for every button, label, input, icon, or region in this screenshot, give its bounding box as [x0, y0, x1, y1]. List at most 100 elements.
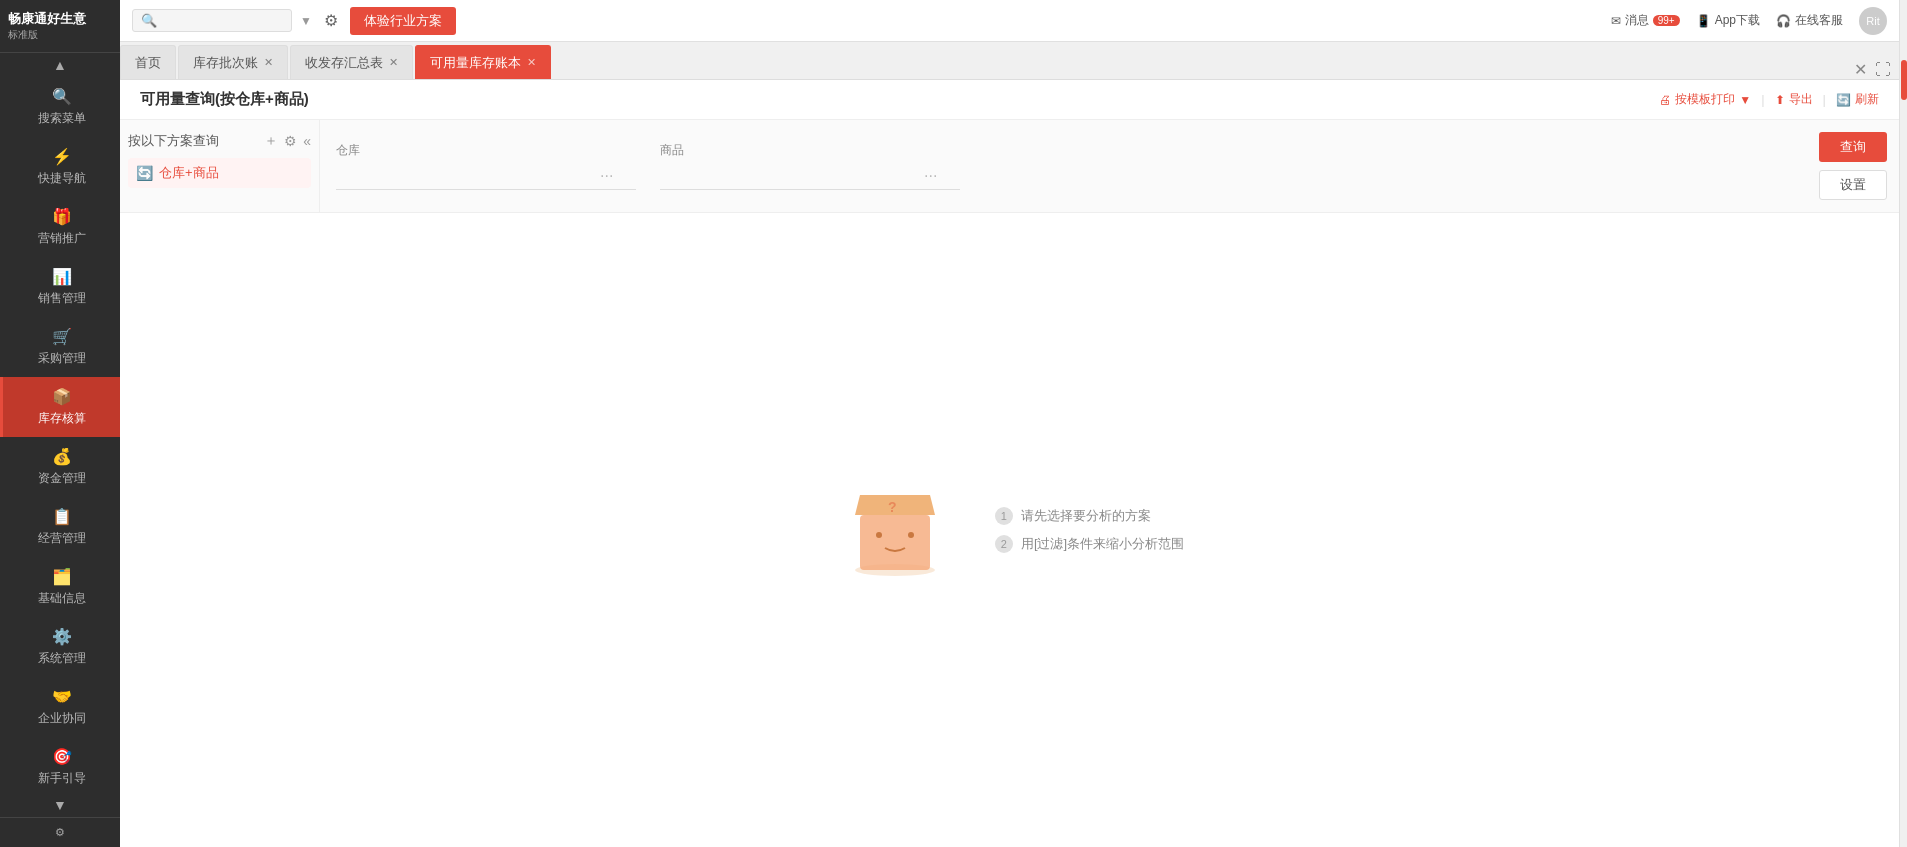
- sidebar-icon-enterprise: 🤝: [52, 687, 72, 706]
- sidebar-item-basic[interactable]: 🗂️基础信息: [0, 557, 120, 617]
- warehouse-field: 仓库 ···: [336, 142, 636, 190]
- app-subtitle: 标准版: [8, 28, 38, 42]
- product-input[interactable]: [660, 169, 920, 184]
- query-sidebar-header: 按以下方案查询 ＋ ⚙ «: [128, 132, 311, 150]
- tabs-bar: 首页库存批次账✕收发存汇总表✕可用量库存账本✕ ✕ ⛶: [120, 42, 1899, 80]
- online-service-label: 在线客服: [1795, 12, 1843, 29]
- export-btn[interactable]: ⬆ 导出: [1775, 91, 1813, 108]
- avatar[interactable]: Rit: [1859, 7, 1887, 35]
- svg-point-3: [876, 532, 882, 538]
- sidebar-item-newbie[interactable]: 🎯新手引导: [0, 737, 120, 793]
- empty-tip-1: 1 请先选择要分析的方案: [995, 507, 1184, 525]
- product-input-wrap: ···: [660, 163, 960, 190]
- sidebar-item-system[interactable]: ⚙️ 系统管理: [0, 617, 120, 677]
- topbar-chevron-icon[interactable]: ▼: [300, 14, 312, 28]
- sidebar-icon-shortcut: ⚡: [52, 147, 72, 166]
- sidebar-label-enterprise: 企业协同: [38, 710, 86, 727]
- sidebar-item-search[interactable]: 🔍搜索菜单: [0, 77, 120, 137]
- tab-home[interactable]: 首页: [120, 45, 176, 79]
- sidebar-item-finance[interactable]: 💰资金管理: [0, 437, 120, 497]
- sidebar-label-system: 系统管理: [38, 650, 86, 667]
- qs-add-btn[interactable]: ＋: [264, 132, 278, 150]
- sidebar-icon-sales: 📊: [52, 267, 72, 286]
- svg-rect-1: [860, 515, 930, 570]
- product-label: 商品: [660, 142, 960, 159]
- tab-batch[interactable]: 库存批次账✕: [178, 45, 288, 79]
- qs-collapse-btn[interactable]: «: [303, 132, 311, 150]
- tab-close-summary[interactable]: ✕: [389, 56, 398, 69]
- app-download-icon: 📱: [1696, 14, 1711, 28]
- message-btn[interactable]: ✉ 消息 99+: [1611, 12, 1680, 29]
- app-title: 畅康通好生意: [8, 10, 86, 28]
- query-btn[interactable]: 查询: [1819, 132, 1887, 162]
- sidebar-icon-marketing: 🎁: [52, 207, 72, 226]
- sidebar-icon-system: ⚙️: [52, 627, 72, 646]
- empty-tip-2: 2 用[过滤]条件来缩小分析范围: [995, 535, 1184, 553]
- settings-btn[interactable]: 设置: [1819, 170, 1887, 200]
- warehouse-input[interactable]: [336, 169, 596, 184]
- sidebar-bottom-icon: ⚙: [55, 826, 65, 839]
- print-btn[interactable]: 🖨 按模板打印 ▼: [1659, 91, 1751, 108]
- sidebar-scroll-up[interactable]: ▲: [0, 53, 120, 77]
- export-label: 导出: [1789, 91, 1813, 108]
- tab-available[interactable]: 可用量库存账本✕: [415, 45, 551, 79]
- sidebar-icon-operation: 📋: [52, 507, 72, 526]
- scrollbar-thumb[interactable]: [1901, 60, 1907, 100]
- warehouse-input-wrap: ···: [336, 163, 636, 190]
- print-icon: 🖨: [1659, 93, 1671, 107]
- refresh-btn[interactable]: 🔄 刷新: [1836, 91, 1879, 108]
- sidebar-item-sales[interactable]: 📊销售管理: [0, 257, 120, 317]
- sidebar-icon-newbie: 🎯: [52, 747, 72, 766]
- sidebar-icon-purchase: 🛒: [52, 327, 72, 346]
- sidebar-item-shortcut[interactable]: ⚡ 快捷导航: [0, 137, 120, 197]
- close-tab-btn[interactable]: ✕: [1854, 60, 1867, 79]
- sidebar-item-enterprise[interactable]: 🤝 企业协同: [0, 677, 120, 737]
- sidebar-item-marketing[interactable]: 🎁 营销推广: [0, 197, 120, 257]
- sidebar-label-shortcut: 快捷导航: [38, 170, 86, 187]
- topbar: 🔍 ▼ ⚙ 体验行业方案 ✉ 消息 99+ 📱 App下载 🎧 在线客服 Rit: [120, 0, 1899, 42]
- online-service-btn[interactable]: 🎧 在线客服: [1776, 12, 1843, 29]
- empty-state: ? 1 请先选择要分析的方案 2 用[过滤]条件来缩小分析范围: [120, 213, 1899, 847]
- sidebar-icon-inventory: 📦: [52, 387, 72, 406]
- topbar-gear-icon[interactable]: ⚙: [324, 11, 338, 30]
- qs-settings-btn[interactable]: ⚙: [284, 132, 297, 150]
- sidebar-item-inventory[interactable]: 📦库存核算: [0, 377, 120, 437]
- topbar-search-box[interactable]: 🔍: [132, 9, 292, 32]
- content-header: 可用量查询(按仓库+商品) 🖨 按模板打印 ▼ | ⬆ 导出 | 🔄 刷新: [120, 80, 1899, 120]
- warehouse-label: 仓库: [336, 142, 636, 159]
- warehouse-more-icon[interactable]: ···: [600, 167, 613, 185]
- sidebar-label-basic: 基础信息: [38, 590, 86, 607]
- svg-point-4: [908, 532, 914, 538]
- query-fields: 仓库 ··· 商品 ···: [320, 120, 1807, 212]
- tab-close-available[interactable]: ✕: [527, 56, 536, 69]
- sidebar-scroll-down[interactable]: ▼: [0, 793, 120, 817]
- tabs-controls: ✕ ⛶: [1846, 60, 1899, 79]
- scheme-icon: 🔄: [136, 165, 153, 181]
- sidebar-bottom[interactable]: ⚙: [0, 817, 120, 847]
- query-actions: 查询 设置: [1807, 120, 1899, 212]
- tip-num-2: 2: [995, 535, 1013, 553]
- sidebar-label-marketing: 营销推广: [38, 230, 86, 247]
- query-sidebar-title: 按以下方案查询: [128, 132, 219, 150]
- scheme-label: 仓库+商品: [159, 164, 219, 182]
- tab-summary[interactable]: 收发存汇总表 ✕: [290, 45, 413, 79]
- search-icon: 🔍: [141, 13, 157, 28]
- app-logo: 畅康通好生意 标准版: [0, 0, 120, 53]
- scheme-item-warehouse-product[interactable]: 🔄 仓库+商品: [128, 158, 311, 188]
- industry-btn[interactable]: 体验行业方案: [350, 7, 456, 35]
- tip-text-1: 请先选择要分析的方案: [1021, 507, 1151, 525]
- headset-icon: 🎧: [1776, 14, 1791, 28]
- tab-close-batch[interactable]: ✕: [264, 56, 273, 69]
- export-icon: ⬆: [1775, 93, 1785, 107]
- sidebar-item-purchase[interactable]: 🛒 采购管理: [0, 317, 120, 377]
- page-title: 可用量查询(按仓库+商品): [140, 90, 309, 109]
- product-more-icon[interactable]: ···: [924, 167, 937, 185]
- right-scrollbar[interactable]: [1899, 0, 1907, 847]
- app-download-btn[interactable]: 📱 App下载: [1696, 12, 1760, 29]
- refresh-icon: 🔄: [1836, 93, 1851, 107]
- sidebar-label-purchase: 采购管理: [38, 350, 86, 367]
- tab-label-summary: 收发存汇总表: [305, 54, 383, 72]
- maximize-tab-btn[interactable]: ⛶: [1875, 61, 1891, 79]
- sidebar-item-operation[interactable]: 📋经营管理: [0, 497, 120, 557]
- search-input[interactable]: [161, 14, 283, 28]
